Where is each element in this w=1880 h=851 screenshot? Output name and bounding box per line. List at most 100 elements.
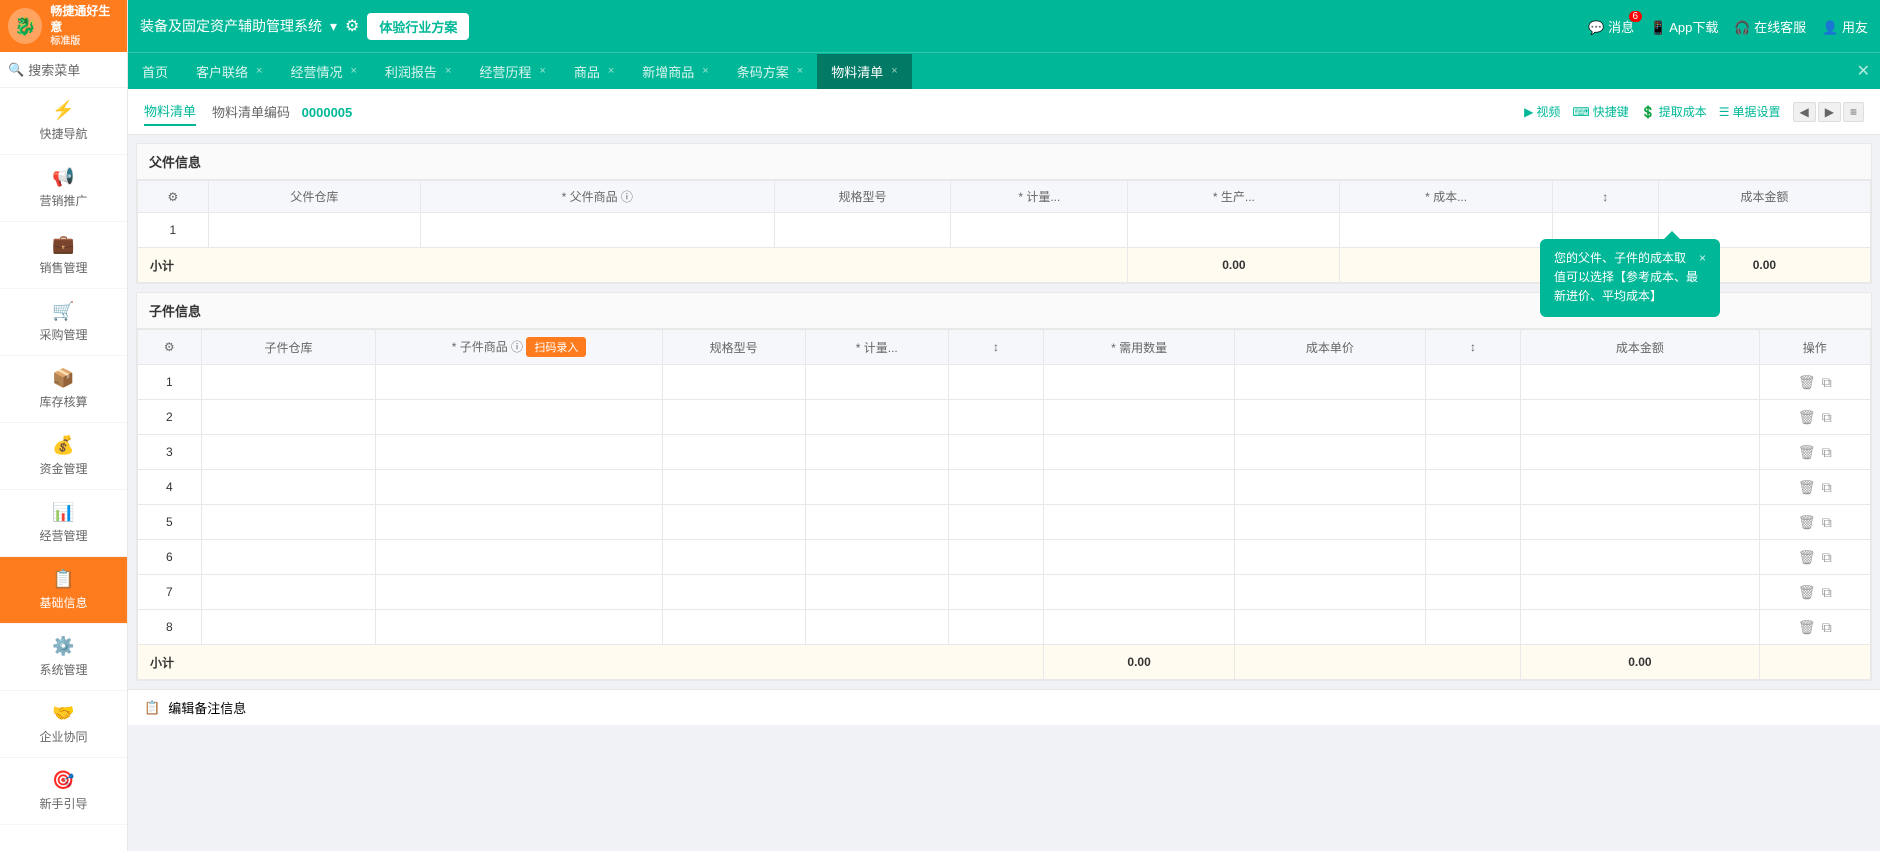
- child-warehouse-8[interactable]: [201, 610, 376, 645]
- child-warehouse-6[interactable]: [201, 540, 376, 575]
- delete-btn-6[interactable]: 🗑: [1798, 549, 1816, 566]
- child-product-5[interactable]: [376, 505, 662, 540]
- child-spec-6[interactable]: [662, 540, 805, 575]
- tab-operation-status[interactable]: 经营情况 ×: [276, 54, 370, 89]
- copy-btn-3[interactable]: ⧉: [1822, 444, 1832, 461]
- parent-spec-cell[interactable]: [774, 213, 951, 248]
- child-unit-3[interactable]: [805, 435, 948, 470]
- tab-operation-status-close[interactable]: ×: [350, 65, 356, 77]
- message-button[interactable]: 💬 6 消息: [1588, 17, 1634, 36]
- parent-unit-cell[interactable]: [951, 213, 1128, 248]
- view-btn[interactable]: ▶ 视频: [1524, 103, 1560, 120]
- child-product-4[interactable]: [376, 470, 662, 505]
- sidebar-item-purchase[interactable]: 🛒 采购管理: [0, 289, 127, 356]
- tab-barcode-close[interactable]: ×: [797, 65, 803, 77]
- delete-btn-5[interactable]: 🗑: [1798, 514, 1816, 531]
- tab-customer[interactable]: 客户联络 ×: [182, 54, 276, 89]
- sidebar-item-quick-nav[interactable]: ⚡ 快捷导航: [0, 88, 127, 155]
- tab-product[interactable]: 商品 ×: [560, 54, 628, 89]
- tab-history[interactable]: 经营历程 ×: [465, 54, 559, 89]
- copy-btn-2[interactable]: ⧉: [1822, 409, 1832, 426]
- child-qty-2[interactable]: [1044, 400, 1235, 435]
- copy-btn-1[interactable]: ⧉: [1822, 374, 1832, 391]
- parent-warehouse-cell[interactable]: [208, 213, 420, 248]
- settings-icon[interactable]: ⚙: [345, 16, 359, 36]
- child-spec-4[interactable]: [662, 470, 805, 505]
- tab-new-product[interactable]: 新增商品 ×: [628, 54, 722, 89]
- user-avatar[interactable]: 👤 用友: [1822, 17, 1868, 36]
- tooltip-close-btn[interactable]: ×: [1699, 249, 1706, 268]
- child-product-3[interactable]: [376, 435, 662, 470]
- child-spec-3[interactable]: [662, 435, 805, 470]
- child-unit-8[interactable]: [805, 610, 948, 645]
- parent-production-cell[interactable]: [1128, 213, 1340, 248]
- child-warehouse-7[interactable]: [201, 575, 376, 610]
- online-service-button[interactable]: 🎧 在线客服: [1734, 17, 1806, 36]
- child-unit-6[interactable]: [805, 540, 948, 575]
- delete-btn-8[interactable]: 🗑: [1798, 619, 1816, 636]
- tab-history-close[interactable]: ×: [539, 65, 545, 77]
- child-spec-1[interactable]: [662, 365, 805, 400]
- copy-btn-4[interactable]: ⧉: [1822, 479, 1832, 496]
- copy-btn-6[interactable]: ⧉: [1822, 549, 1832, 566]
- delete-btn-4[interactable]: 🗑: [1798, 479, 1816, 496]
- child-product-2[interactable]: [376, 400, 662, 435]
- copy-btn-8[interactable]: ⧉: [1822, 619, 1832, 636]
- sidebar-item-basic-info[interactable]: 📋 基础信息: [0, 557, 127, 624]
- child-warehouse-4[interactable]: [201, 470, 376, 505]
- note-label[interactable]: 编辑备注信息: [168, 698, 246, 717]
- child-unit-1[interactable]: [805, 365, 948, 400]
- child-qty-5[interactable]: [1044, 505, 1235, 540]
- child-unit-cost-3[interactable]: [1234, 435, 1425, 470]
- tab-bom-close[interactable]: ×: [891, 65, 897, 77]
- child-unit-cost-8[interactable]: [1234, 610, 1425, 645]
- child-warehouse-3[interactable]: [201, 435, 376, 470]
- child-unit-cost-6[interactable]: [1234, 540, 1425, 575]
- sidebar-item-operation[interactable]: 📊 经营管理: [0, 490, 127, 557]
- parent-product-cell[interactable]: [420, 213, 774, 248]
- sidebar-item-enterprise[interactable]: 🤝 企业协同: [0, 691, 127, 758]
- delete-btn-2[interactable]: 🗑: [1798, 409, 1816, 426]
- child-qty-3[interactable]: [1044, 435, 1235, 470]
- tab-profit-close[interactable]: ×: [445, 65, 451, 77]
- child-spec-7[interactable]: [662, 575, 805, 610]
- trial-btn[interactable]: 体验行业方案: [367, 13, 469, 40]
- child-unit-cost-4[interactable]: [1234, 470, 1425, 505]
- child-product-1[interactable]: [376, 365, 662, 400]
- delete-btn-3[interactable]: 🗑: [1798, 444, 1816, 461]
- child-product-8[interactable]: [376, 610, 662, 645]
- sidebar-item-sales[interactable]: 💼 销售管理: [0, 222, 127, 289]
- child-product-6[interactable]: [376, 540, 662, 575]
- sidebar-item-system[interactable]: ⚙️ 系统管理: [0, 624, 127, 691]
- close-all-tabs[interactable]: ✕: [1847, 53, 1880, 89]
- child-product-7[interactable]: [376, 575, 662, 610]
- tab-profit[interactable]: 利润报告 ×: [371, 54, 465, 89]
- extract-cost-btn[interactable]: 💲 提取成本: [1641, 103, 1707, 120]
- child-qty-8[interactable]: [1044, 610, 1235, 645]
- child-warehouse-2[interactable]: [201, 400, 376, 435]
- child-warehouse-5[interactable]: [201, 505, 376, 540]
- child-spec-5[interactable]: [662, 505, 805, 540]
- tab-barcode[interactable]: 条码方案 ×: [723, 54, 817, 89]
- copy-btn-7[interactable]: ⧉: [1822, 584, 1832, 601]
- child-qty-4[interactable]: [1044, 470, 1235, 505]
- child-spec-8[interactable]: [662, 610, 805, 645]
- sidebar-item-newbie[interactable]: 🎯 新手引导: [0, 758, 127, 825]
- app-download-button[interactable]: 📱 App下载: [1650, 17, 1718, 36]
- tab-new-product-close[interactable]: ×: [702, 65, 708, 77]
- child-qty-7[interactable]: [1044, 575, 1235, 610]
- tab-home[interactable]: 首页: [128, 54, 182, 89]
- tab-bom[interactable]: 物料清单 ×: [817, 54, 911, 89]
- child-unit-2[interactable]: [805, 400, 948, 435]
- child-unit-4[interactable]: [805, 470, 948, 505]
- child-unit-cost-5[interactable]: [1234, 505, 1425, 540]
- child-unit-5[interactable]: [805, 505, 948, 540]
- sidebar-search[interactable]: 🔍 搜索菜单: [0, 52, 127, 88]
- child-spec-2[interactable]: [662, 400, 805, 435]
- child-unit-cost-7[interactable]: [1234, 575, 1425, 610]
- child-col-settings[interactable]: ⚙: [138, 330, 202, 365]
- child-unit-7[interactable]: [805, 575, 948, 610]
- child-qty-6[interactable]: [1044, 540, 1235, 575]
- list-view-btn[interactable]: ≡: [1843, 102, 1864, 122]
- sidebar-item-marketing[interactable]: 📢 营销推广: [0, 155, 127, 222]
